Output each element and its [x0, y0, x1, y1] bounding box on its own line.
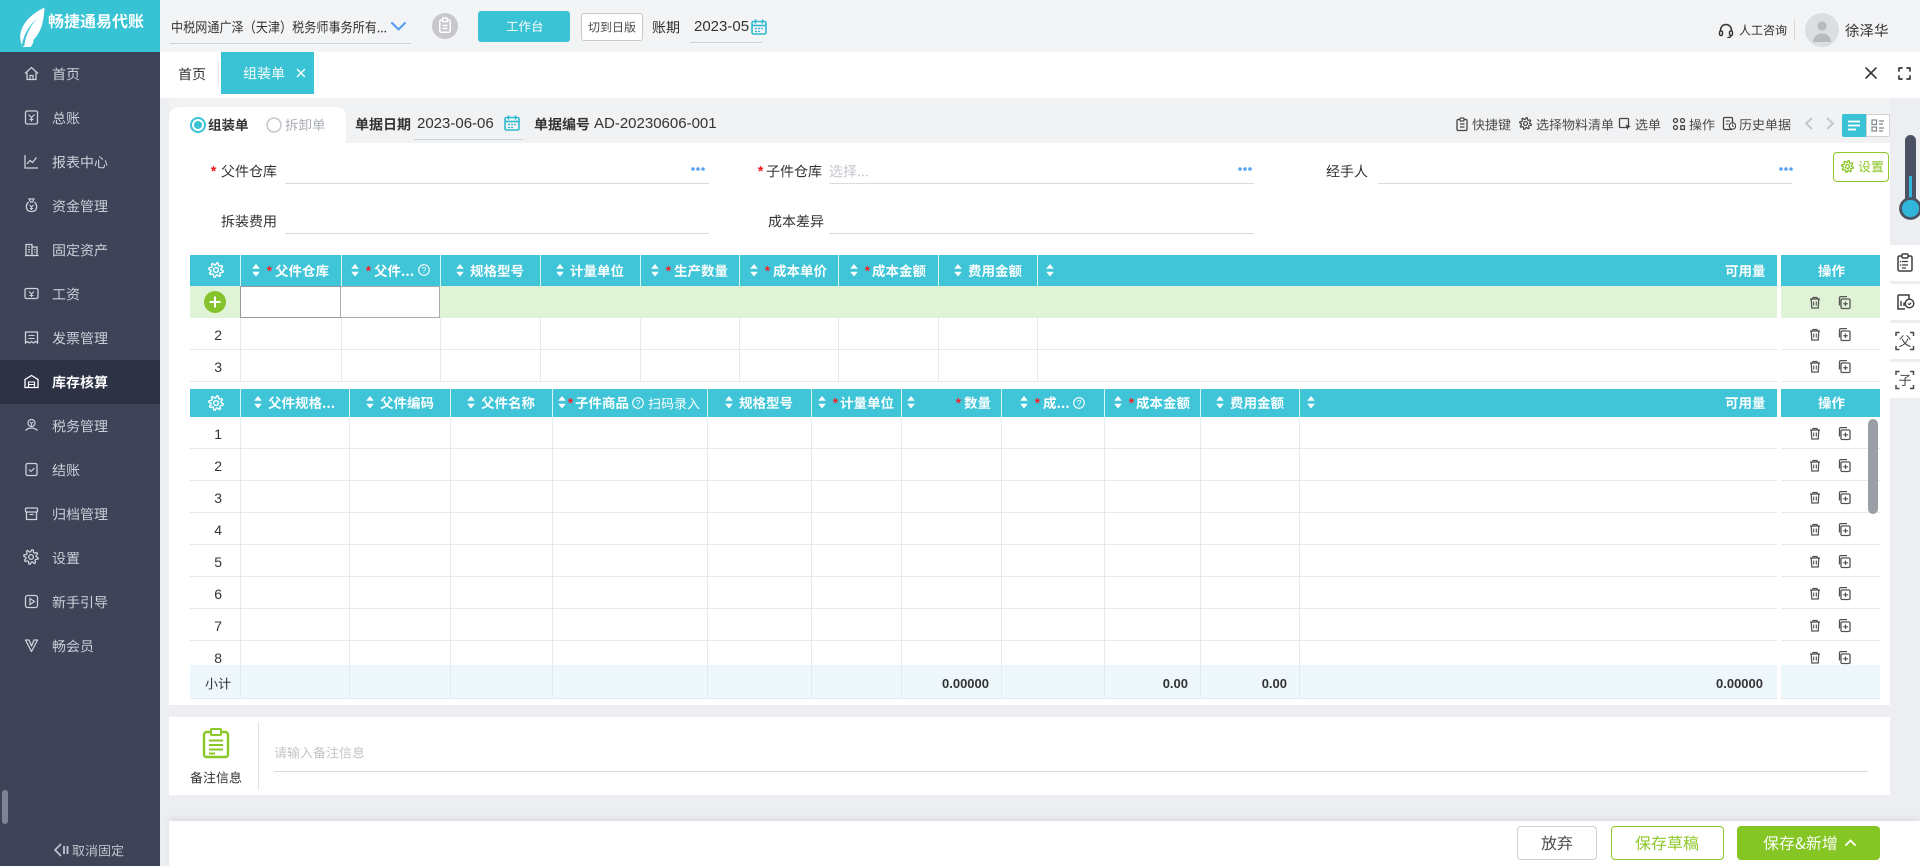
svg-text:?: ? [1077, 398, 1082, 408]
svg-text:?: ? [636, 398, 641, 408]
svg-text:?: ? [422, 265, 427, 275]
